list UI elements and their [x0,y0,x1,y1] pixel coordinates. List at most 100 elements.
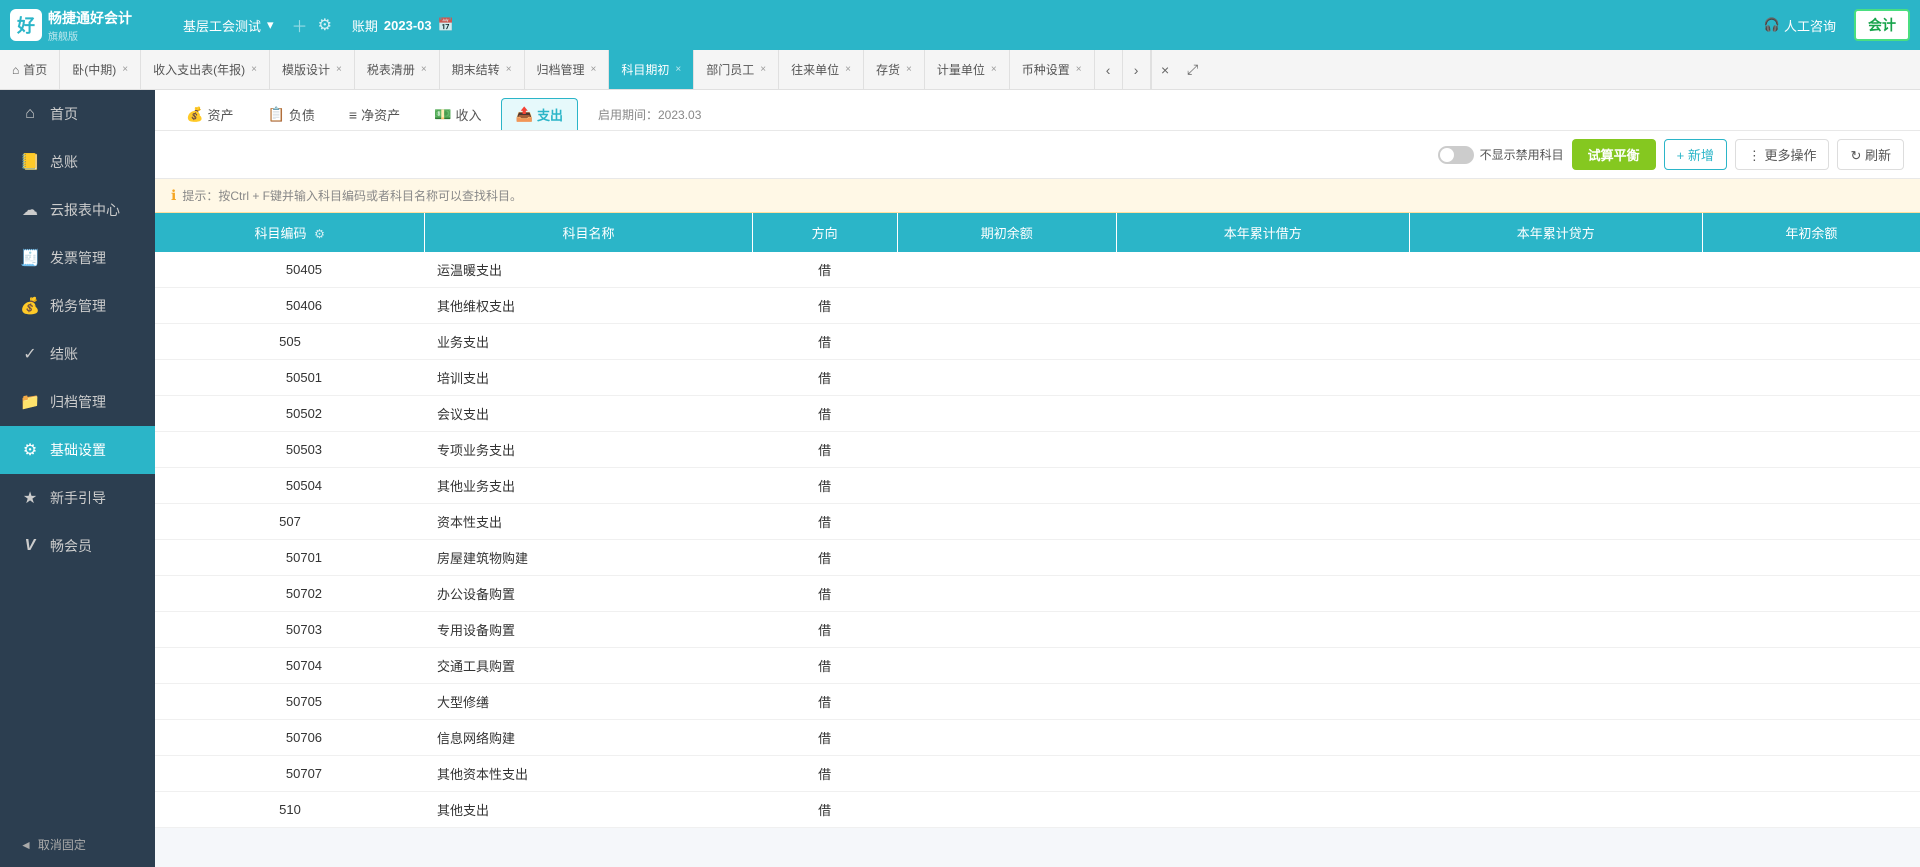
tab-unit[interactable]: 计量单位 × [925,50,1010,89]
company-selector[interactable]: 基层工会测试 ▾ [175,12,282,39]
cell-ytd-credit [1409,252,1702,288]
sidebar-item-member[interactable]: V 畅会员 [0,522,155,570]
sub-tab-expense[interactable]: 📤 支出 [501,98,578,130]
table-row[interactable]: 50703专用设备购置借 [155,612,1920,648]
cell-opening [897,432,1116,468]
cell-code: 50701 [155,540,425,576]
sidebar-item-tax[interactable]: 💰 税务管理 [0,282,155,330]
tab-partner[interactable]: 往来单位 × [779,50,864,89]
table-row[interactable]: 510其他支出借 [155,792,1920,828]
sidebar-item-checkout[interactable]: ✓ 结账 [0,330,155,378]
tab-close-all-button[interactable]: × [1151,50,1179,89]
cell-opening [897,324,1116,360]
tab-currency[interactable]: 币种设置 × [1010,50,1095,89]
tab-partner-close[interactable]: × [845,64,851,75]
table-container[interactable]: 科目编码 ⚙ 科目名称 方向 期初余额 本年累计借方 本年累计贷方 年初余额 5… [155,213,1920,867]
cell-ytd-credit [1409,540,1702,576]
sub-tab-income[interactable]: 💵 收入 [419,98,496,130]
sidebar-item-report[interactable]: ☁ 云报表中心 [0,186,155,234]
tab-income[interactable]: 收入支出表(年报) × [141,50,270,89]
tab-income-close[interactable]: × [251,64,257,75]
table-row[interactable]: 50704交通工具购置借 [155,648,1920,684]
add-button[interactable]: + 新增 [1664,139,1727,170]
tab-template-close[interactable]: × [336,64,342,75]
tab-archive-close[interactable]: × [591,64,597,75]
sidebar-item-ledger[interactable]: 📒 总账 [0,138,155,186]
sub-tab-liability[interactable]: 📋 负债 [252,98,329,130]
tab-period-end[interactable]: 期末结转 × [440,50,525,89]
tab-next-button[interactable]: › [1123,50,1151,89]
table-row[interactable]: 50405运温暖支出借 [155,252,1920,288]
checkout-icon: ✓ [20,344,40,364]
hint-bar: ℹ 提示：按Ctrl + F键并输入科目编码或者科目名称可以查找科目。 [155,179,1920,213]
cell-ytd-credit [1409,684,1702,720]
table-row[interactable]: 50504其他业务支出借 [155,468,1920,504]
table-row[interactable]: 50706信息网络购建借 [155,720,1920,756]
tab-subject-period-close[interactable]: × [675,64,681,75]
sidebar-item-settings[interactable]: ⚙ 基础设置 [0,426,155,474]
table-row[interactable]: 50503专项业务支出借 [155,432,1920,468]
sidebar-item-home[interactable]: ⌂ 首页 [0,90,155,138]
tab-archive-label: 归档管理 [537,61,585,78]
table-row[interactable]: 50701房屋建筑物购建借 [155,540,1920,576]
sidebar-item-invoice[interactable]: 🧾 发票管理 [0,234,155,282]
cell-direction: 借 [752,612,897,648]
cell-ytd-debit [1116,540,1409,576]
cell-ytd-debit [1116,324,1409,360]
refresh-button[interactable]: ↻ 刷新 [1837,139,1904,170]
tab-period-end-close[interactable]: × [506,64,512,75]
company-name: 基层工会测试 [183,16,261,35]
cell-name: 交通工具购置 [425,648,752,684]
toggle-track[interactable] [1438,146,1474,164]
tab-tax[interactable]: 税表清册 × [355,50,440,89]
tab-expand-button[interactable]: ⤢ [1179,50,1207,89]
more-button[interactable]: ⋮ 更多操作 [1735,139,1830,170]
table-row[interactable]: 505业务支出借 [155,324,1920,360]
sub-tab-net-asset[interactable]: ≡ 净资产 [334,98,415,130]
sidebar-item-settings-label: 基础设置 [50,440,106,460]
table-row[interactable]: 50406其他维权支出借 [155,288,1920,324]
sidebar-item-guide[interactable]: ★ 新手引导 [0,474,155,522]
tab-unit-close[interactable]: × [991,64,997,75]
tab-home[interactable]: ⌂ 首页 [0,50,60,89]
accountant-button[interactable]: 会计 [1854,9,1910,41]
tab-dept[interactable]: 部门员工 × [694,50,779,89]
sidebar-collapse-button[interactable]: ◄ 取消固定 [0,822,155,867]
table-row[interactable]: 507资本性支出借 [155,504,1920,540]
add-company-icon[interactable]: ＋ [292,13,308,37]
tab-archive[interactable]: 归档管理 × [525,50,610,89]
settings-icon[interactable]: ⚙ [318,15,332,35]
cell-name: 办公设备购置 [425,576,752,612]
table-row[interactable]: 50501培训支出借 [155,360,1920,396]
service-button[interactable]: 🎧 人工咨询 [1756,12,1844,39]
tab-period[interactable]: 卧(中期) × [60,50,141,89]
col-settings-icon[interactable]: ⚙ [314,227,325,241]
tab-partner-label: 往来单位 [791,61,839,78]
tab-subject-period[interactable]: 科目期初 × [609,50,694,89]
cell-name: 其他维权支出 [425,288,752,324]
cell-ytd-debit [1116,432,1409,468]
home-icon: ⌂ [12,63,19,77]
tab-template[interactable]: 模版设计 × [270,50,355,89]
table-row[interactable]: 50705大型修缮借 [155,684,1920,720]
table-row[interactable]: 50702办公设备购置借 [155,576,1920,612]
tab-period-end-label: 期末结转 [452,61,500,78]
tab-inventory[interactable]: 存货 × [864,50,925,89]
table-row[interactable]: 50502会议支出借 [155,396,1920,432]
table-row[interactable]: 50707其他资本性支出借 [155,756,1920,792]
sub-tab-asset[interactable]: 💰 资产 [171,98,248,130]
tab-tax-close[interactable]: × [421,64,427,75]
cell-ytd-debit [1116,720,1409,756]
cell-name: 运温暖支出 [425,252,752,288]
tab-prev-button[interactable]: ‹ [1095,50,1123,89]
tab-inventory-close[interactable]: × [906,64,912,75]
balance-button[interactable]: 试算平衡 [1572,139,1656,170]
collapse-label: 取消固定 [38,836,86,853]
tab-dept-close[interactable]: × [760,64,766,75]
calendar-icon[interactable]: 📅 [438,17,454,33]
toggle-disabled-switch[interactable]: 不显示禁用科目 [1438,146,1564,164]
main-layout: ⌂ 首页 📒 总账 ☁ 云报表中心 🧾 发票管理 💰 税务管理 ✓ 结账 📁 归… [0,90,1920,867]
sidebar-item-archive[interactable]: 📁 归档管理 [0,378,155,426]
tab-currency-close[interactable]: × [1076,64,1082,75]
tab-period-close[interactable]: × [122,64,128,75]
